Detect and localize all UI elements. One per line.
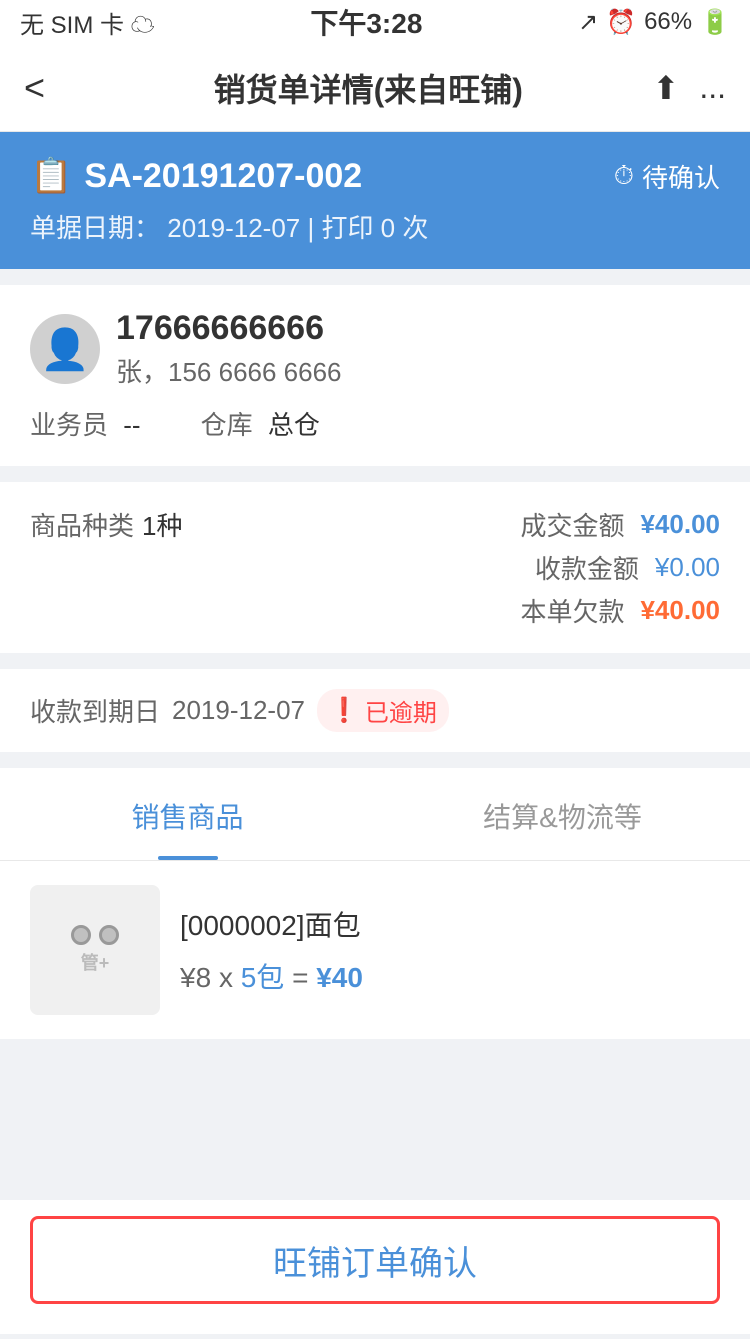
order-icon: 📋 — [30, 156, 72, 196]
confirm-order-button[interactable]: 旺铺订单确认 — [30, 1216, 720, 1304]
bottom-bar: 旺铺订单确认 — [0, 1200, 750, 1334]
status-left: 无 SIM 卡 ☁ — [20, 5, 155, 40]
salesperson-field: 业务员 -- — [30, 405, 141, 442]
share-icon[interactable]: ⬆ — [653, 69, 680, 107]
status-text: 待确认 — [642, 158, 720, 195]
transaction-label: 成交金额 — [520, 506, 624, 543]
multiply-sign: x — [219, 962, 241, 993]
tabs-section: 销售商品 结算&物流等 管+ [0000002]面包 ¥8 x 5包 = ¥40 — [0, 768, 750, 1039]
overdue-badge: ❗ 已逾期 — [317, 689, 449, 732]
status-bar: 无 SIM 卡 ☁ 下午3:28 ↗ ⏰ 66% 🔋 — [0, 0, 750, 44]
nav-bar: < 销货单详情(来自旺铺) ⬆ ... — [0, 44, 750, 132]
status-time: 下午3:28 — [310, 2, 422, 42]
status-right: ↗ ⏰ 66% 🔋 — [578, 8, 730, 37]
overdue-text: 已逾期 — [365, 693, 437, 728]
amounts: 成交金额 ¥40.00 收款金额 ¥0.00 本单欠款 ¥40.00 — [520, 506, 720, 629]
owed-amount: ¥40.00 — [640, 595, 720, 626]
order-header: 📋 SA-20191207-002 ⏱ 待确认 单据日期： 2019-12-07… — [0, 132, 750, 269]
location-icon: ↗ — [578, 8, 598, 37]
product-type: 商品种类 1种 — [30, 506, 182, 543]
no-sim-text: 无 SIM 卡 ☁ — [20, 5, 155, 40]
avatar: 👤 — [30, 314, 100, 384]
more-icon[interactable]: ... — [699, 69, 726, 106]
product-info: [0000002]面包 ¥8 x 5包 = ¥40 — [180, 904, 720, 996]
order-id: 📋 SA-20191207-002 — [30, 156, 362, 196]
owl-right-eye — [99, 925, 119, 945]
transaction-amount: ¥40.00 — [640, 509, 720, 540]
nav-actions: ⬆ ... — [653, 69, 726, 107]
order-date: 单据日期： 2019-12-07 | 打印 0 次 — [30, 208, 720, 245]
product-price: ¥8 — [180, 962, 211, 993]
warehouse-field: 仓库 总仓 — [201, 405, 320, 442]
tabs-header: 销售商品 结算&物流等 — [0, 768, 750, 861]
battery-text: 66% — [644, 8, 692, 36]
tab-settlement[interactable]: 结算&物流等 — [375, 768, 750, 860]
user-icon: 👤 — [40, 326, 90, 373]
owl-brand-text: 管+ — [81, 949, 110, 975]
received-amount: ¥0.00 — [655, 552, 720, 583]
overdue-icon: ❗ — [329, 696, 359, 725]
product-thumbnail: 管+ — [30, 885, 160, 1015]
order-status: ⏱ 待确认 — [614, 158, 720, 195]
due-date-value: 2019-12-07 — [172, 695, 305, 726]
back-button[interactable]: < — [24, 67, 84, 109]
owl-left-eye — [71, 925, 91, 945]
alarm-icon: ⏰ — [606, 8, 636, 37]
owed-label: 本单欠款 — [520, 592, 624, 629]
product-type-value: 1种 — [142, 506, 182, 543]
product-item: 管+ [0000002]面包 ¥8 x 5包 = ¥40 — [0, 861, 750, 1039]
customer-section: 👤 17666666666 张，156 6666 6666 业务员 -- 仓库 … — [0, 285, 750, 466]
battery-icon: 🔋 — [700, 8, 730, 37]
product-quantity: 5包 — [241, 962, 285, 993]
product-name: [0000002]面包 — [180, 904, 720, 944]
tab-sales-products[interactable]: 销售商品 — [0, 768, 375, 860]
clock-icon: ⏱ — [614, 160, 634, 192]
summary-section: 商品种类 1种 成交金额 ¥40.00 收款金额 ¥0.00 本单欠款 ¥40.… — [0, 482, 750, 653]
product-total: ¥40 — [316, 962, 363, 993]
customer-phone: 17666666666 — [116, 309, 342, 348]
received-label: 收款金额 — [535, 549, 639, 586]
product-type-label: 商品种类 — [30, 506, 134, 543]
page-title: 销货单详情(来自旺铺) — [214, 65, 523, 111]
product-calculation: ¥8 x 5包 = ¥40 — [180, 956, 720, 996]
due-date-label: 收款到期日 — [30, 692, 160, 729]
equals-sign: = — [292, 962, 316, 993]
customer-name: 张，156 6666 6666 — [116, 352, 342, 389]
due-date-section: 收款到期日 2019-12-07 ❗ 已逾期 — [0, 669, 750, 752]
